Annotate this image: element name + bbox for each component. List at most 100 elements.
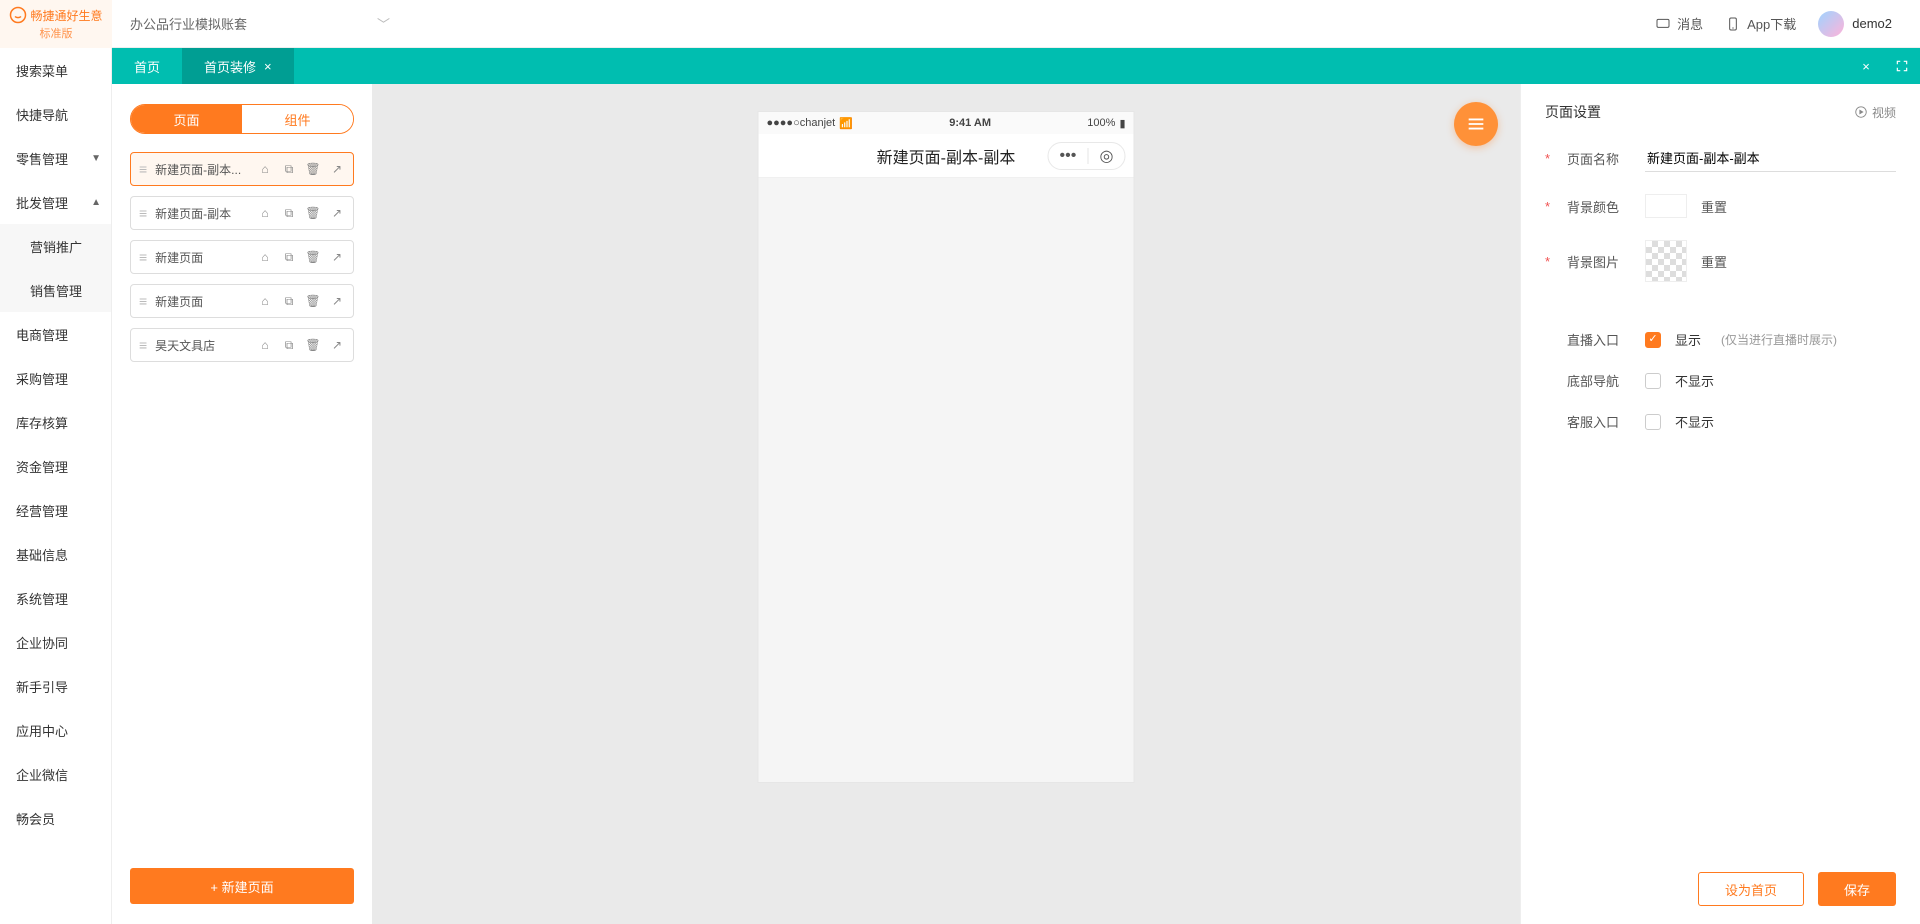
tab-home[interactable]: 首页 <box>112 48 182 84</box>
new-page-button[interactable]: + 新建页面 <box>130 868 354 904</box>
page-list: ≡新建页面-副本...⌂⧉🗑↗≡新建页面-副本⌂⧉🗑↗≡新建页面⌂⧉🗑↗≡新建页… <box>130 152 354 362</box>
page-list-row[interactable]: ≡新建页面-副本⌂⧉🗑↗ <box>130 196 354 230</box>
nav-item[interactable]: 批发管理▲ <box>0 180 111 224</box>
nav-item-label: 基础信息 <box>16 545 68 564</box>
checkbox-live-entry-text: 显示 <box>1675 330 1701 349</box>
drag-icon[interactable]: ≡ <box>139 205 147 221</box>
nav-item[interactable]: 基础信息 <box>0 532 111 576</box>
delete-icon[interactable]: 🗑 <box>305 293 321 309</box>
share-icon[interactable]: ↗ <box>329 293 345 309</box>
bg-image-reset[interactable]: 重置 <box>1701 252 1727 271</box>
page-list-row[interactable]: ≡新建页面⌂⧉🗑↗ <box>130 240 354 274</box>
nav-item[interactable]: 企业协同 <box>0 620 111 664</box>
nav-item[interactable]: 资金管理 <box>0 444 111 488</box>
tab-page-decorate[interactable]: 首页装修 × <box>182 48 294 84</box>
nav-item[interactable]: 畅会员 <box>0 796 111 840</box>
page-settings-panel: 页面设置 视频 * 页面名称 * 背景颜色 重置 * 背景图片 重置 * 直 <box>1520 84 1920 924</box>
workspace-tabs: 首页 首页装修 × × <box>112 48 1920 84</box>
checkbox-live-entry[interactable] <box>1645 332 1661 348</box>
header-messages[interactable]: 消息 <box>1655 14 1703 33</box>
home-icon[interactable]: ⌂ <box>257 205 273 221</box>
tabs-close-all[interactable]: × <box>1848 48 1884 84</box>
chevron-icon: ▼ <box>91 153 101 164</box>
nav-item-label: 库存核算 <box>16 413 68 432</box>
share-icon[interactable]: ↗ <box>329 205 345 221</box>
segment-component[interactable]: 组件 <box>242 105 353 133</box>
account-selector-label: 办公品行业模拟账套 <box>130 14 247 33</box>
share-icon[interactable]: ↗ <box>329 249 345 265</box>
checkbox-customer-service[interactable] <box>1645 414 1661 430</box>
battery-icon: ▮ <box>1119 117 1125 130</box>
brand-name: 畅捷通好生意 <box>30 7 102 24</box>
share-icon[interactable]: ↗ <box>329 337 345 353</box>
preview-canvas: ●●●●○ chanjet 📶 9:41 AM 100% ▮ 新建页面-副本-副… <box>372 84 1520 924</box>
bg-color-reset[interactable]: 重置 <box>1701 197 1727 216</box>
label-bg-image: 背景图片 <box>1567 252 1631 271</box>
page-component-segment: 页面 组件 <box>130 104 354 134</box>
user-avatar[interactable] <box>1818 11 1844 37</box>
settings-video-link[interactable]: 视频 <box>1854 104 1896 121</box>
nav-sub-item[interactable]: 营销推广 <box>0 224 111 268</box>
home-icon[interactable]: ⌂ <box>257 249 273 265</box>
canvas-menu-fab[interactable] <box>1454 102 1498 146</box>
bg-image-swatch[interactable] <box>1645 240 1687 282</box>
nav-sub-item[interactable]: 销售管理 <box>0 268 111 312</box>
nav-item[interactable]: 经营管理 <box>0 488 111 532</box>
drag-icon[interactable]: ≡ <box>139 293 147 309</box>
bg-color-swatch[interactable] <box>1645 194 1687 218</box>
header-app-download-label: App下载 <box>1747 14 1796 33</box>
delete-icon[interactable]: 🗑 <box>305 249 321 265</box>
drag-icon[interactable]: ≡ <box>139 337 147 353</box>
delete-icon[interactable]: 🗑 <box>305 337 321 353</box>
nav-item[interactable]: 系统管理 <box>0 576 111 620</box>
phone-page-title: 新建页面-副本-副本 <box>877 144 1016 168</box>
nav-item-label: 快捷导航 <box>16 105 68 124</box>
brand-block: 畅捷通好生意 标准版 <box>0 0 112 48</box>
checkbox-bottom-nav[interactable] <box>1645 373 1661 389</box>
page-list-row[interactable]: ≡新建页面-副本...⌂⧉🗑↗ <box>130 152 354 186</box>
input-page-name[interactable] <box>1645 144 1896 172</box>
nav-item[interactable]: 采购管理 <box>0 356 111 400</box>
nav-item[interactable]: 应用中心 <box>0 708 111 752</box>
tabs-fullscreen[interactable] <box>1884 48 1920 84</box>
nav-item[interactable]: 新手引导 <box>0 664 111 708</box>
copy-icon[interactable]: ⧉ <box>281 161 297 177</box>
close-icon[interactable]: × <box>264 59 272 74</box>
phone-body[interactable] <box>759 178 1134 782</box>
fullscreen-icon <box>1895 59 1909 73</box>
home-icon[interactable]: ⌂ <box>257 293 273 309</box>
phone-statusbar: ●●●●○ chanjet 📶 9:41 AM 100% ▮ <box>759 112 1134 134</box>
miniprogram-capsule[interactable]: ••• ◎ <box>1048 142 1126 170</box>
drag-icon[interactable]: ≡ <box>139 249 147 265</box>
settings-video-label: 视频 <box>1872 104 1896 121</box>
page-list-row[interactable]: ≡新建页面⌂⧉🗑↗ <box>130 284 354 318</box>
page-list-row[interactable]: ≡昊天文具店⌂⧉🗑↗ <box>130 328 354 362</box>
nav-item[interactable]: 企业微信 <box>0 752 111 796</box>
user-name[interactable]: demo2 <box>1852 16 1892 31</box>
copy-icon[interactable]: ⧉ <box>281 249 297 265</box>
drag-icon[interactable]: ≡ <box>139 161 147 177</box>
account-selector[interactable]: 办公品行业模拟账套 ﹀ <box>130 14 390 33</box>
home-icon[interactable]: ⌂ <box>257 337 273 353</box>
nav-item[interactable]: 零售管理▼ <box>0 136 111 180</box>
home-icon[interactable]: ⌂ <box>257 161 273 177</box>
delete-icon[interactable]: 🗑 <box>305 161 321 177</box>
copy-icon[interactable]: ⧉ <box>281 337 297 353</box>
nav-item[interactable]: 库存核算 <box>0 400 111 444</box>
nav-item-label: 批发管理 <box>16 193 68 212</box>
nav-item[interactable]: 搜索菜单 <box>0 48 111 92</box>
delete-icon[interactable]: 🗑 <box>305 205 321 221</box>
message-icon <box>1655 16 1671 32</box>
segment-page[interactable]: 页面 <box>131 105 242 133</box>
copy-icon[interactable]: ⧉ <box>281 293 297 309</box>
save-button[interactable]: 保存 <box>1818 872 1896 906</box>
phone-carrier: chanjet <box>800 117 835 129</box>
nav-item[interactable]: 快捷导航 <box>0 92 111 136</box>
more-icon: ••• <box>1060 147 1077 165</box>
nav-item[interactable]: 电商管理 <box>0 312 111 356</box>
share-icon[interactable]: ↗ <box>329 161 345 177</box>
set-home-button[interactable]: 设为首页 <box>1698 872 1804 906</box>
copy-icon[interactable]: ⧉ <box>281 205 297 221</box>
header-app-download[interactable]: App下载 <box>1725 14 1796 33</box>
settings-footer: 设为首页 保存 <box>1698 872 1896 906</box>
